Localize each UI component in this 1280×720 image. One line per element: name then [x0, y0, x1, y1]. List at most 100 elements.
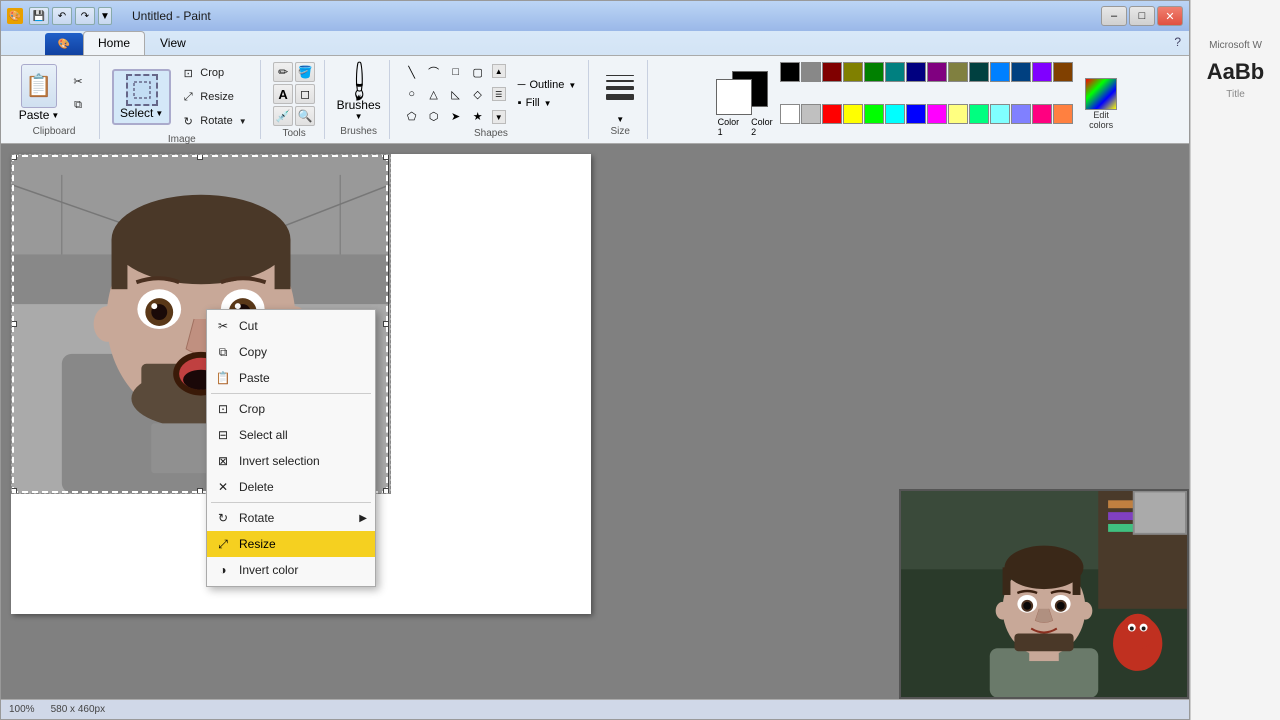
- shape-arrow[interactable]: ➤: [446, 106, 466, 126]
- eraser-tool[interactable]: ◻: [295, 84, 315, 104]
- ctx-invert-color-label: Invert color: [239, 563, 298, 577]
- quick-access-toolbar: 💾 ↶ ↷ ▼: [29, 7, 112, 25]
- app-menu-button[interactable]: 🎨: [45, 33, 83, 55]
- fill-button[interactable]: ▪ Fill ▼: [514, 95, 581, 111]
- color-cell[interactable]: [822, 62, 842, 82]
- color-cell[interactable]: [990, 62, 1010, 82]
- color-cell[interactable]: [1053, 62, 1073, 82]
- cut-button[interactable]: ✂: [65, 70, 91, 92]
- color-cell[interactable]: [822, 104, 842, 124]
- ctx-resize[interactable]: ⤢ Resize: [207, 531, 375, 557]
- color-cell[interactable]: [780, 104, 800, 124]
- shape-curve[interactable]: ⌒: [424, 62, 444, 82]
- copy-button[interactable]: ⧉: [65, 94, 91, 116]
- ctx-select-all[interactable]: ⊟ Select all: [207, 422, 375, 448]
- ctx-copy[interactable]: ⧉ Copy: [207, 339, 375, 365]
- color-cell[interactable]: [948, 104, 968, 124]
- pencil-tool[interactable]: ✏: [273, 62, 293, 82]
- color-cell[interactable]: [801, 62, 821, 82]
- color2-swatch[interactable]: [716, 79, 752, 115]
- color-cell[interactable]: [927, 104, 947, 124]
- webcam-face: [901, 491, 1187, 697]
- color-cell[interactable]: [1032, 62, 1052, 82]
- color-cell[interactable]: [1032, 104, 1052, 124]
- outline-button[interactable]: ─ Outline ▼: [514, 77, 581, 93]
- select-button[interactable]: Select ▼: [112, 69, 171, 125]
- colors-content: Color1 Color2 Editcolors: [716, 62, 1117, 145]
- shapes-label: Shapes: [474, 128, 508, 139]
- brushes-button[interactable]: 🖌 Brushes ▼: [337, 65, 381, 121]
- magnify-tool[interactable]: 🔍: [295, 106, 315, 126]
- tab-home[interactable]: Home: [83, 31, 145, 55]
- resize-ribbon-button[interactable]: ⤢ Resize: [175, 86, 251, 108]
- shape-hex[interactable]: ⬡: [424, 106, 444, 126]
- color1-label: Color1: [718, 117, 740, 137]
- shapes-scroll-up[interactable]: ▲: [492, 64, 506, 78]
- paste-label: Paste: [19, 108, 50, 122]
- shape-star[interactable]: ★: [468, 106, 488, 126]
- size-button[interactable]: ▼: [606, 62, 634, 124]
- redo-button[interactable]: ↷: [75, 7, 95, 25]
- ctx-select-all-label: Select all: [239, 428, 288, 442]
- color-cell[interactable]: [990, 104, 1010, 124]
- canvas-area[interactable]: ✂ Cut ⧉ Copy 📋 Paste ⊡ Crop ⊟ Select all…: [1, 144, 1189, 699]
- ctx-rotate-arrow: ▶: [359, 513, 367, 524]
- window-title: Untitled - Paint: [132, 9, 211, 23]
- color-cell[interactable]: [843, 104, 863, 124]
- color-cell[interactable]: [906, 104, 926, 124]
- color-cell[interactable]: [969, 104, 989, 124]
- shape-penta[interactable]: ⬠: [402, 106, 422, 126]
- color-cell[interactable]: [1053, 104, 1073, 124]
- shape-rrect[interactable]: ▢: [468, 62, 488, 82]
- ctx-rotate[interactable]: ↻ Rotate ▶: [207, 505, 375, 531]
- color-cell[interactable]: [948, 62, 968, 82]
- tab-view[interactable]: View: [145, 31, 201, 55]
- paste-button[interactable]: 📋 Paste ▼: [17, 64, 61, 122]
- shape-rtri[interactable]: ◺: [446, 84, 466, 104]
- color-cell[interactable]: [906, 62, 926, 82]
- color-cell[interactable]: [885, 104, 905, 124]
- ctx-invert-color[interactable]: ◑ Invert color: [207, 557, 375, 583]
- ctx-crop[interactable]: ⊡ Crop: [207, 396, 375, 422]
- select-dropdown-icon[interactable]: ▼: [155, 109, 163, 118]
- shape-tri[interactable]: △: [424, 84, 444, 104]
- brushes-content: 🖌 Brushes ▼: [337, 62, 381, 124]
- crop-button[interactable]: ⊡ Crop: [175, 62, 251, 84]
- color-cell[interactable]: [885, 62, 905, 82]
- shapes-scroll-mid[interactable]: ☰: [492, 87, 506, 101]
- color-cell[interactable]: [1011, 62, 1031, 82]
- color-cell[interactable]: [864, 104, 884, 124]
- shape-diamond[interactable]: ◇: [468, 84, 488, 104]
- close-button[interactable]: ✕: [1157, 6, 1183, 26]
- color-cell[interactable]: [927, 62, 947, 82]
- color-cell[interactable]: [801, 104, 821, 124]
- maximize-button[interactable]: □: [1129, 6, 1155, 26]
- word-style-sample[interactable]: AaBb: [1207, 59, 1264, 85]
- shape-rect[interactable]: □: [446, 62, 466, 82]
- ribbon-help[interactable]: ?: [1166, 31, 1189, 55]
- quick-access-dropdown[interactable]: ▼: [98, 7, 112, 25]
- color-cell[interactable]: [969, 62, 989, 82]
- save-button[interactable]: 💾: [29, 7, 49, 25]
- picker-tool[interactable]: 💉: [273, 106, 293, 126]
- shape-ellipse[interactable]: ○: [402, 84, 422, 104]
- ctx-cut[interactable]: ✂ Cut: [207, 313, 375, 339]
- edit-colors-label: Editcolors: [1089, 110, 1113, 130]
- shapes-scroll-down[interactable]: ▼: [492, 110, 506, 124]
- rotate-button[interactable]: ↻ Rotate ▼: [175, 110, 251, 132]
- ctx-delete[interactable]: ✕ Delete: [207, 474, 375, 500]
- fill-tool[interactable]: 🪣: [295, 62, 315, 82]
- undo-button[interactable]: ↶: [52, 7, 72, 25]
- color-cell[interactable]: [780, 62, 800, 82]
- color-cell[interactable]: [864, 62, 884, 82]
- edit-colors-button[interactable]: Editcolors: [1085, 78, 1117, 130]
- shape-line[interactable]: ╲: [402, 62, 422, 82]
- ctx-paste[interactable]: 📋 Paste: [207, 365, 375, 391]
- text-tool[interactable]: A: [273, 84, 293, 104]
- ctx-select-all-icon: ⊟: [215, 427, 231, 443]
- paste-dropdown-icon[interactable]: ▼: [51, 111, 59, 120]
- color-cell[interactable]: [1011, 104, 1031, 124]
- color-cell[interactable]: [843, 62, 863, 82]
- ctx-invert-sel[interactable]: ⊠ Invert selection: [207, 448, 375, 474]
- minimize-button[interactable]: –: [1101, 6, 1127, 26]
